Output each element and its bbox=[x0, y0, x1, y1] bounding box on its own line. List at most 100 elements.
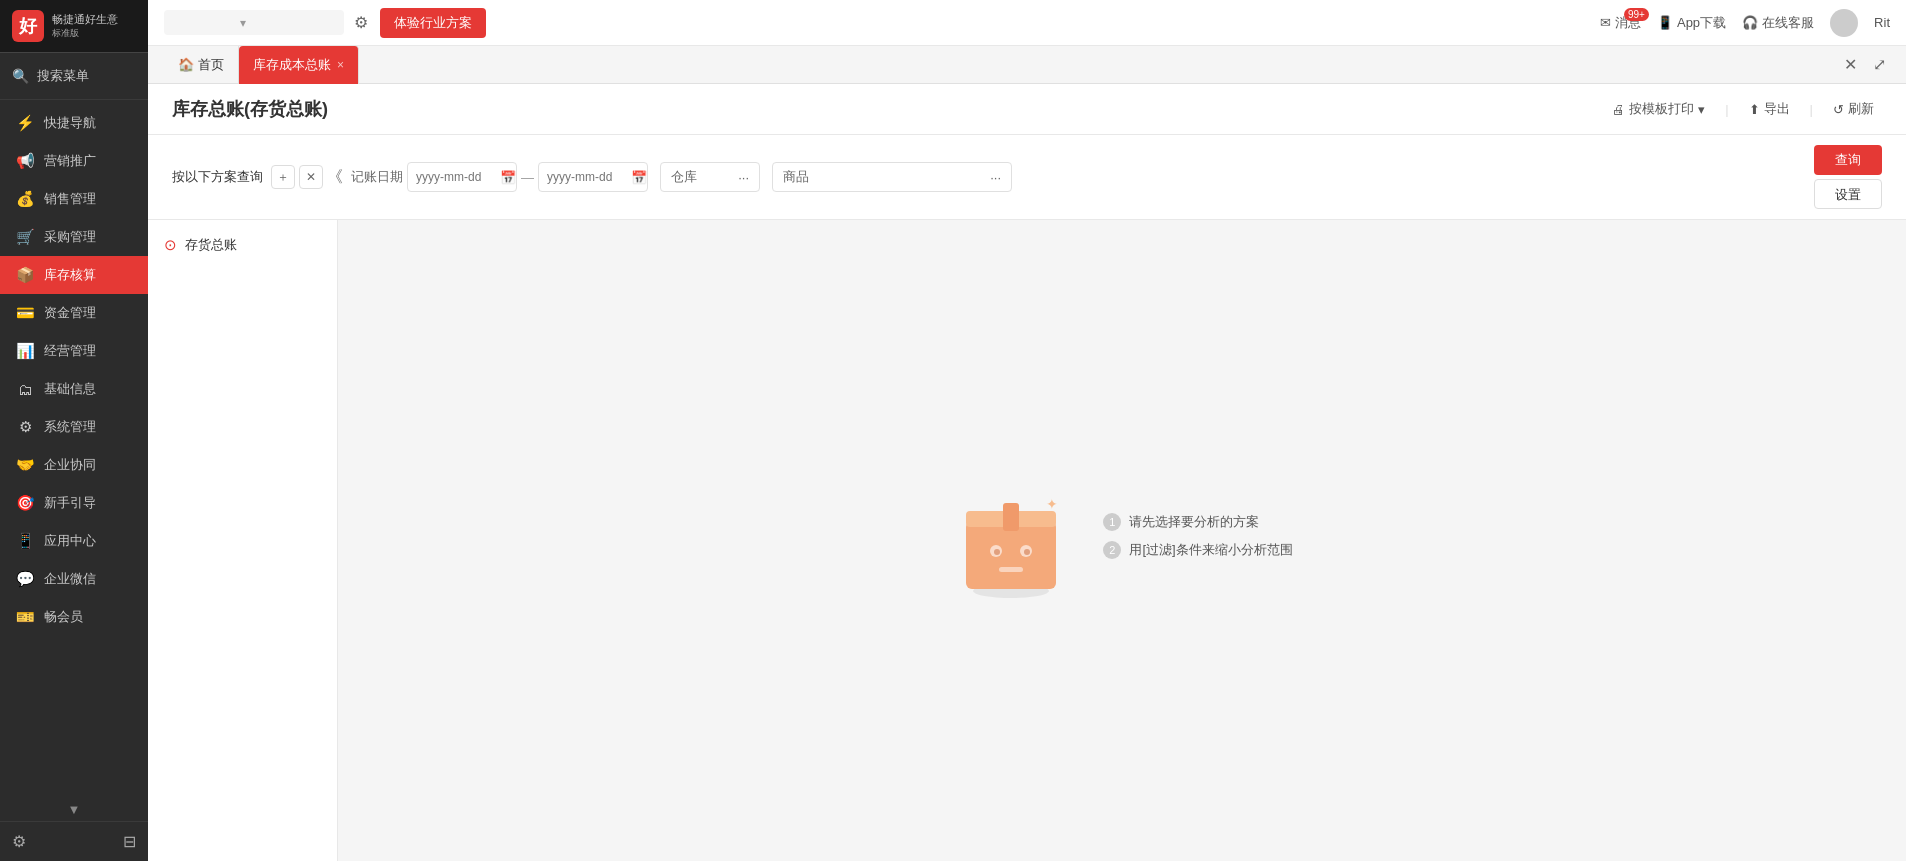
sidebar-item-label: 库存核算 bbox=[44, 266, 96, 284]
tab-expand-icon[interactable]: ⤢ bbox=[1869, 51, 1890, 78]
quick-nav-icon: ⚡ bbox=[16, 114, 34, 132]
tab-close-extra-icon[interactable]: ✕ bbox=[1840, 51, 1861, 78]
date-from-input[interactable]: 📅 bbox=[407, 162, 517, 192]
export-button[interactable]: ⬆ 导出 bbox=[1741, 96, 1798, 122]
left-filter-panel: ⊙ 存货总账 bbox=[148, 220, 338, 861]
query-button[interactable]: 查询 bbox=[1814, 145, 1882, 175]
message-button[interactable]: ✉ 消息 99+ bbox=[1600, 14, 1641, 32]
sidebar-item-label: 采购管理 bbox=[44, 228, 96, 246]
purchase-icon: 🛒 bbox=[16, 228, 34, 246]
date-from-field[interactable] bbox=[416, 170, 496, 184]
print-template-button[interactable]: 🖨 按模板打印 ▾ bbox=[1604, 96, 1713, 122]
sidebar-footer: ⚙ ⊟ bbox=[0, 821, 148, 861]
sidebar-logo: 好 畅捷通好生意 标准版 bbox=[0, 0, 148, 53]
set-button[interactable]: 设置 bbox=[1814, 179, 1882, 209]
tip-text-1: 请先选择要分析的方案 bbox=[1129, 513, 1259, 531]
menu-toggle-icon[interactable]: ⊟ bbox=[123, 832, 136, 851]
cooperation-icon: 🤝 bbox=[16, 456, 34, 474]
sidebar-item-sales[interactable]: 💰 销售管理 bbox=[0, 180, 148, 218]
gear-icon[interactable]: ⚙ bbox=[354, 13, 368, 32]
sidebar-item-inventory[interactable]: 📦 库存核算 bbox=[0, 256, 148, 294]
query-set-buttons: 查询 设置 bbox=[1814, 145, 1882, 209]
topbar: ▾ ⚙ 体验行业方案 ✉ 消息 99+ 📱 App下载 🎧 在线客服 Rit bbox=[148, 0, 1906, 46]
active-tab-label: 库存成本总账 bbox=[253, 56, 331, 74]
search-menu-label: 搜索菜单 bbox=[37, 67, 89, 85]
goods-selector[interactable]: 商品 ··· bbox=[772, 162, 1012, 192]
tab-inventory-ledger[interactable]: 库存成本总账 × bbox=[239, 46, 359, 84]
topbar-search-area[interactable]: ▾ bbox=[164, 10, 344, 35]
user-avatar[interactable] bbox=[1830, 9, 1858, 37]
collapse-filter-icon[interactable]: 《 bbox=[327, 167, 343, 188]
sidebar-item-cooperation[interactable]: 🤝 企业协同 bbox=[0, 446, 148, 484]
sidebar-search-section[interactable]: 🔍 搜索菜单 bbox=[0, 53, 148, 100]
sidebar-item-label: 资金管理 bbox=[44, 304, 96, 322]
sidebar-item-finance[interactable]: 💳 资金管理 bbox=[0, 294, 148, 332]
marketing-icon: 📢 bbox=[16, 152, 34, 170]
sidebar-item-operation[interactable]: 📊 经营管理 bbox=[0, 332, 148, 370]
sidebar-item-system[interactable]: ⚙ 系统管理 bbox=[0, 408, 148, 446]
sidebar-item-quick-nav[interactable]: ⚡ 快捷导航 bbox=[0, 104, 148, 142]
sidebar-item-label: 企业协同 bbox=[44, 456, 96, 474]
topbar-search-placeholder bbox=[174, 14, 234, 31]
online-service-button[interactable]: 🎧 在线客服 bbox=[1742, 14, 1814, 32]
sidebar-item-label: 基础信息 bbox=[44, 380, 96, 398]
tab-home[interactable]: 🏠 首页 bbox=[164, 46, 239, 84]
mouth bbox=[999, 567, 1023, 572]
empty-illustration: ✦ bbox=[951, 481, 1071, 601]
sidebar-item-basic[interactable]: 🗂 基础信息 bbox=[0, 370, 148, 408]
calendar-icon[interactable]: 📅 bbox=[500, 170, 516, 185]
sidebar-scroll-down[interactable]: ▼ bbox=[0, 798, 148, 821]
tip-number-1: 1 bbox=[1103, 513, 1121, 531]
sidebar-item-membership[interactable]: 🎫 畅会员 bbox=[0, 598, 148, 636]
sparkle-icon: ✦ bbox=[1046, 496, 1058, 512]
refresh-label: 刷新 bbox=[1848, 100, 1874, 118]
trial-button[interactable]: 体验行业方案 bbox=[380, 8, 486, 38]
topbar-left: ▾ ⚙ 体验行业方案 bbox=[164, 8, 1600, 38]
inventory-icon: 📦 bbox=[16, 266, 34, 284]
empty-state-area: ✦ 1 请先选择要分析的方案 2 用[过滤]条件来缩小分析范围 bbox=[338, 220, 1906, 861]
tab-close-icon[interactable]: × bbox=[337, 58, 344, 72]
more-icon: ··· bbox=[990, 170, 1001, 185]
export-icon: ⬆ bbox=[1749, 102, 1760, 117]
date-filter-group: 记账日期 📅 — 📅 bbox=[351, 162, 648, 192]
sidebar: 好 畅捷通好生意 标准版 🔍 搜索菜单 ⚡ 快捷导航 📢 营销推广 💰 销售管理… bbox=[0, 0, 148, 861]
logo-text: 畅捷通好生意 标准版 bbox=[52, 12, 118, 40]
settings-icon[interactable]: ⚙ bbox=[12, 832, 26, 851]
calendar-icon[interactable]: 📅 bbox=[631, 170, 647, 185]
search-icon: 🔍 bbox=[12, 68, 29, 84]
sidebar-item-wechat[interactable]: 💬 企业微信 bbox=[0, 560, 148, 598]
topbar-right: ✉ 消息 99+ 📱 App下载 🎧 在线客服 Rit bbox=[1600, 9, 1890, 37]
membership-icon: 🎫 bbox=[16, 608, 34, 626]
sidebar-item-marketing[interactable]: 📢 营销推广 bbox=[0, 142, 148, 180]
sidebar-item-label: 企业微信 bbox=[44, 570, 96, 588]
sidebar-item-appcenter[interactable]: 📱 应用中心 bbox=[0, 522, 148, 560]
add-filter-button[interactable]: ＋ bbox=[271, 165, 295, 189]
refresh-button[interactable]: ↺ 刷新 bbox=[1825, 96, 1882, 122]
finance-icon: 💳 bbox=[16, 304, 34, 322]
goods-label: 商品 bbox=[783, 168, 809, 186]
empty-illustration-svg: ✦ bbox=[951, 481, 1071, 601]
export-label: 导出 bbox=[1764, 100, 1790, 118]
date-to-field[interactable] bbox=[547, 170, 627, 184]
date-to-input[interactable]: 📅 bbox=[538, 162, 648, 192]
app-download-button[interactable]: 📱 App下载 bbox=[1657, 14, 1726, 32]
delete-filter-button[interactable]: ✕ bbox=[299, 165, 323, 189]
warehouse-selector[interactable]: 仓库 ··· bbox=[660, 162, 760, 192]
sidebar-item-label: 畅会员 bbox=[44, 608, 83, 626]
sidebar-item-newbie[interactable]: 🎯 新手引导 bbox=[0, 484, 148, 522]
sidebar-item-label: 销售管理 bbox=[44, 190, 96, 208]
goods-filter-group: 商品 ··· bbox=[772, 162, 1012, 192]
date-separator: — bbox=[521, 170, 534, 185]
sidebar-item-purchase[interactable]: 🛒 采购管理 bbox=[0, 218, 148, 256]
sales-icon: 💰 bbox=[16, 190, 34, 208]
inventory-ledger-item[interactable]: ⊙ 存货总账 bbox=[148, 228, 337, 262]
search-menu-item[interactable]: 🔍 搜索菜单 bbox=[12, 61, 136, 91]
inventory-ledger-icon: ⊙ bbox=[164, 236, 177, 254]
chevron-down-icon: ▾ bbox=[240, 16, 246, 30]
tip-number-2: 2 bbox=[1103, 541, 1121, 559]
inventory-ledger-label: 存货总账 bbox=[185, 236, 237, 254]
sidebar-item-label: 应用中心 bbox=[44, 532, 96, 550]
box-tape bbox=[1003, 503, 1019, 531]
empty-tips: 1 请先选择要分析的方案 2 用[过滤]条件来缩小分析范围 bbox=[1103, 513, 1292, 569]
warehouse-label: 仓库 bbox=[671, 168, 697, 186]
